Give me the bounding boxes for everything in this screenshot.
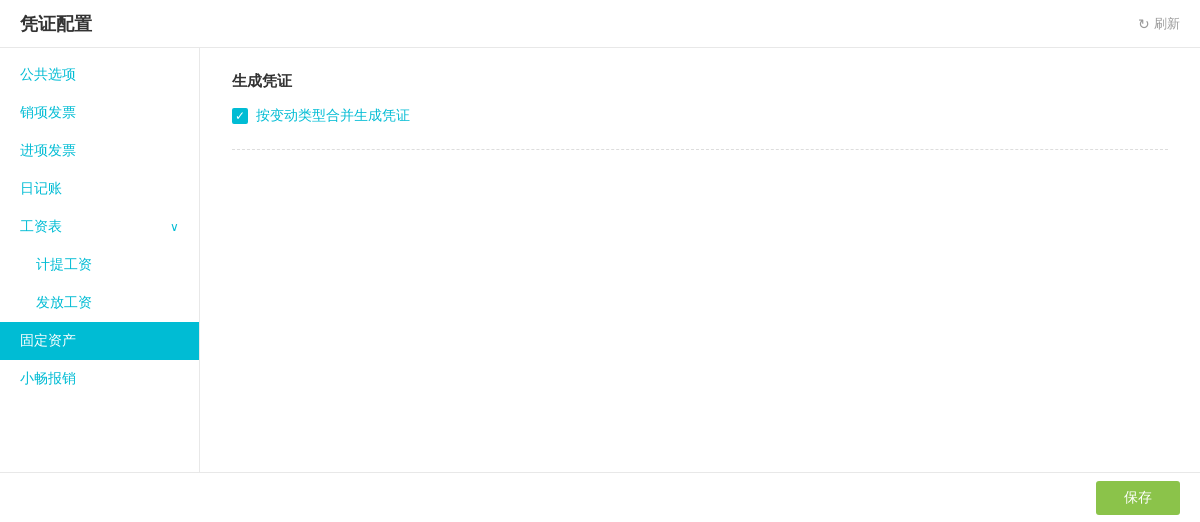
sidebar-item-public[interactable]: 公共选项 bbox=[0, 56, 199, 94]
checkbox-row: ✓ 按变动类型合并生成凭证 bbox=[232, 107, 1168, 125]
sidebar-item-label: 日记账 bbox=[20, 180, 62, 198]
page-footer: 保存 bbox=[0, 472, 1200, 522]
sidebar-item-expense[interactable]: 小畅报销 bbox=[0, 360, 199, 398]
sidebar-item-purchase-invoice[interactable]: 进项发票 bbox=[0, 132, 199, 170]
sidebar-item-journal[interactable]: 日记账 bbox=[0, 170, 199, 208]
refresh-button[interactable]: ↻ 刷新 bbox=[1138, 15, 1180, 33]
content-area: 生成凭证 ✓ 按变动类型合并生成凭证 bbox=[200, 48, 1200, 472]
sidebar-item-label: 固定资产 bbox=[20, 332, 76, 350]
sidebar-item-label: 工资表 bbox=[20, 218, 62, 236]
sidebar-item-label: 计提工资 bbox=[36, 256, 92, 274]
merge-checkbox[interactable]: ✓ bbox=[232, 108, 248, 124]
refresh-label: 刷新 bbox=[1154, 15, 1180, 33]
page-header: 凭证配置 ↻ 刷新 bbox=[0, 0, 1200, 48]
main-content: 公共选项销项发票进项发票日记账工资表 ∨ 计提工资发放工资固定资产小畅报销 生成凭证… bbox=[0, 48, 1200, 472]
sidebar-item-calc-payroll[interactable]: 计提工资 bbox=[0, 246, 199, 284]
page-title: 凭证配置 bbox=[20, 12, 92, 36]
sidebar-item-payroll[interactable]: 工资表 ∨ bbox=[0, 208, 199, 246]
sidebar-item-fixed-assets[interactable]: 固定资产 bbox=[0, 322, 199, 360]
sidebar-item-label: 公共选项 bbox=[20, 66, 76, 84]
checkmark-icon: ✓ bbox=[235, 110, 245, 122]
sidebar-item-label: 进项发票 bbox=[20, 142, 76, 160]
sidebar-item-sales-invoice[interactable]: 销项发票 bbox=[0, 94, 199, 132]
chevron-down-icon: ∨ bbox=[170, 220, 179, 234]
sidebar-item-pay-payroll[interactable]: 发放工资 bbox=[0, 284, 199, 322]
section-divider bbox=[232, 149, 1168, 150]
sidebar-item-label: 小畅报销 bbox=[20, 370, 76, 388]
section-title: 生成凭证 bbox=[232, 72, 1168, 91]
checkbox-label[interactable]: 按变动类型合并生成凭证 bbox=[256, 107, 410, 125]
sidebar: 公共选项销项发票进项发票日记账工资表 ∨ 计提工资发放工资固定资产小畅报销 bbox=[0, 48, 200, 472]
save-button[interactable]: 保存 bbox=[1096, 481, 1180, 515]
refresh-icon: ↻ bbox=[1138, 16, 1150, 32]
sidebar-item-label: 销项发票 bbox=[20, 104, 76, 122]
sidebar-item-label: 发放工资 bbox=[36, 294, 92, 312]
